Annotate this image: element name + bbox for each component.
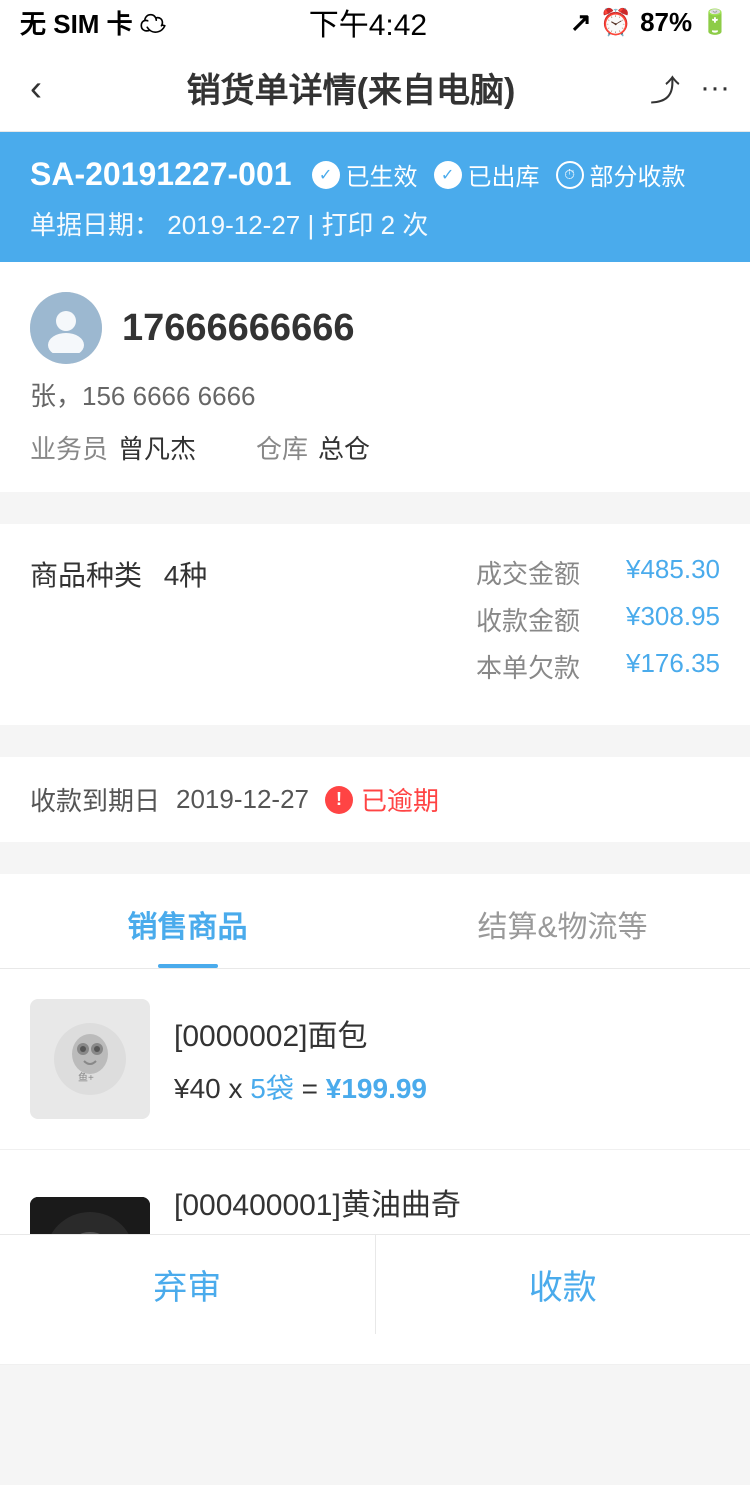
check-icon-1: ✓ xyxy=(312,161,340,189)
status-right: ↗ ⏰ 87% 🔋 xyxy=(570,7,730,38)
bottom-bar: 弃审 收款 xyxy=(0,1234,750,1334)
overdue-badge: ! 已逾期 xyxy=(325,781,439,818)
abandon-review-button[interactable]: 弃审 xyxy=(0,1235,376,1334)
battery-status: 87% xyxy=(640,7,692,38)
sales-value: 曾凡杰 xyxy=(118,429,196,466)
product-name-2: [000400001]黄油曲奇 xyxy=(174,1180,720,1224)
order-date-label: 单据日期： xyxy=(30,210,160,240)
collect-payment-button[interactable]: 收款 xyxy=(376,1235,750,1334)
amounts-section: 商品种类 4种 成交金额 ¥485.30 收款金额 ¥308.95 本单欠款 ¥… xyxy=(0,524,750,725)
order-date: 单据日期： 2019-12-27 | 打印 2 次 xyxy=(30,205,720,242)
nav-right-actions: ⤴ ··· xyxy=(650,66,730,110)
tab-settlement[interactable]: 结算&物流等 xyxy=(375,874,750,968)
avatar xyxy=(30,292,102,364)
received-amount-value: ¥308.95 xyxy=(600,601,720,638)
back-button[interactable]: ‹ xyxy=(30,67,42,109)
product-base-price-1: ¥40 x xyxy=(174,1073,243,1104)
product-types: 商品种类 4种 xyxy=(30,554,207,594)
location-icon: ↗ xyxy=(570,7,592,38)
product-price-1: ¥40 x 5袋 = ¥199.99 xyxy=(174,1067,720,1107)
badge-shipped: ✓ 已出库 xyxy=(434,157,540,192)
due-date-label: 收款到期日 xyxy=(30,781,160,818)
product-info-1: [0000002]面包 ¥40 x 5袋 = ¥199.99 xyxy=(174,1011,720,1107)
overdue-label: 已逾期 xyxy=(361,781,439,818)
deal-amount-row: 成交金额 ¥485.30 xyxy=(476,554,720,591)
share-button[interactable]: ⤴ xyxy=(650,66,680,110)
product-item: 鱼+ [0000002]面包 ¥40 x 5袋 = ¥199.99 xyxy=(0,969,750,1150)
check-icon-2: ✓ xyxy=(434,161,462,189)
sim-status: 无 SIM 卡 ☁ xyxy=(20,4,166,41)
nav-bar: ‹ 销货单详情(来自电脑) ⤴ ··· xyxy=(0,44,750,132)
customer-name: 张，156 6666 6666 xyxy=(30,376,720,413)
order-date-value: 2019-12-27 xyxy=(167,210,300,240)
warehouse-label: 仓库 xyxy=(256,429,308,466)
warehouse: 仓库 总仓 xyxy=(256,429,370,466)
tab-settlement-label: 结算&物流等 xyxy=(477,911,647,944)
tab-products[interactable]: 销售商品 xyxy=(0,874,375,968)
more-button[interactable]: ··· xyxy=(700,71,730,105)
owed-amount-row: 本单欠款 ¥176.35 xyxy=(476,648,720,685)
due-date-value: 2019-12-27 xyxy=(176,784,309,815)
received-amount-row: 收款金额 ¥308.95 xyxy=(476,601,720,638)
bottom-spacer xyxy=(0,1365,750,1485)
clock-icon: ⏱ xyxy=(556,161,584,189)
sales-person: 业务员 曾凡杰 xyxy=(30,429,196,466)
section-divider-3 xyxy=(0,858,750,874)
badge-effective-label: 已生效 xyxy=(346,157,418,192)
customer-section: 17666666666 张，156 6666 6666 业务员 曾凡杰 仓库 总… xyxy=(0,262,750,492)
order-id: SA-20191227-001 xyxy=(30,156,292,193)
order-header: SA-20191227-001 ✓ 已生效 ✓ 已出库 ⏱ 部分收款 单据日期：… xyxy=(0,132,750,262)
battery-icon: 🔋 xyxy=(700,8,730,37)
status-left: 无 SIM 卡 ☁ xyxy=(20,4,166,41)
tabs-section: 销售商品 结算&物流等 xyxy=(0,874,750,969)
product-total-1: ¥199.99 xyxy=(326,1073,427,1104)
product-thumbnail-1: 鱼+ xyxy=(30,999,150,1119)
amounts-detail: 成交金额 ¥485.30 收款金额 ¥308.95 本单欠款 ¥176.35 xyxy=(476,554,720,695)
deal-amount-value: ¥485.30 xyxy=(600,554,720,591)
svg-text:鱼+: 鱼+ xyxy=(78,1071,94,1084)
status-badges: ✓ 已生效 ✓ 已出库 ⏱ 部分收款 xyxy=(312,157,686,192)
section-divider-1 xyxy=(0,508,750,524)
product-types-count: 4种 xyxy=(164,560,208,591)
status-bar: 无 SIM 卡 ☁ 下午4:42 ↗ ⏰ 87% 🔋 xyxy=(0,0,750,44)
received-amount-label: 收款金额 xyxy=(476,601,580,638)
sales-label: 业务员 xyxy=(30,429,108,466)
badge-effective: ✓ 已生效 xyxy=(312,157,418,192)
badge-shipped-label: 已出库 xyxy=(468,157,540,192)
tab-products-label: 销售商品 xyxy=(128,911,248,944)
section-divider-2 xyxy=(0,741,750,757)
order-print-info: | 打印 2 次 xyxy=(307,210,428,240)
customer-meta: 业务员 曾凡杰 仓库 总仓 xyxy=(30,429,720,466)
customer-phone: 17666666666 xyxy=(122,307,354,350)
overdue-icon: ! xyxy=(325,786,353,814)
product-name-1: [0000002]面包 xyxy=(174,1011,720,1055)
page-title: 销货单详情(来自电脑) xyxy=(62,63,640,112)
product-qty-1: 5袋 xyxy=(250,1073,294,1104)
badge-partial-label: 部分收款 xyxy=(590,157,686,192)
badge-partial: ⏱ 部分收款 xyxy=(556,157,686,192)
warehouse-value: 总仓 xyxy=(318,429,370,466)
owed-amount-value: ¥176.35 xyxy=(600,648,720,685)
status-time: 下午4:42 xyxy=(309,0,427,44)
owed-amount-label: 本单欠款 xyxy=(476,648,580,685)
deal-amount-label: 成交金额 xyxy=(476,554,580,591)
product-separator-1: = xyxy=(302,1073,326,1104)
alarm-icon: ⏰ xyxy=(600,7,632,38)
due-section: 收款到期日 2019-12-27 ! 已逾期 xyxy=(0,757,750,842)
product-types-label: 商品种类 xyxy=(30,560,142,591)
